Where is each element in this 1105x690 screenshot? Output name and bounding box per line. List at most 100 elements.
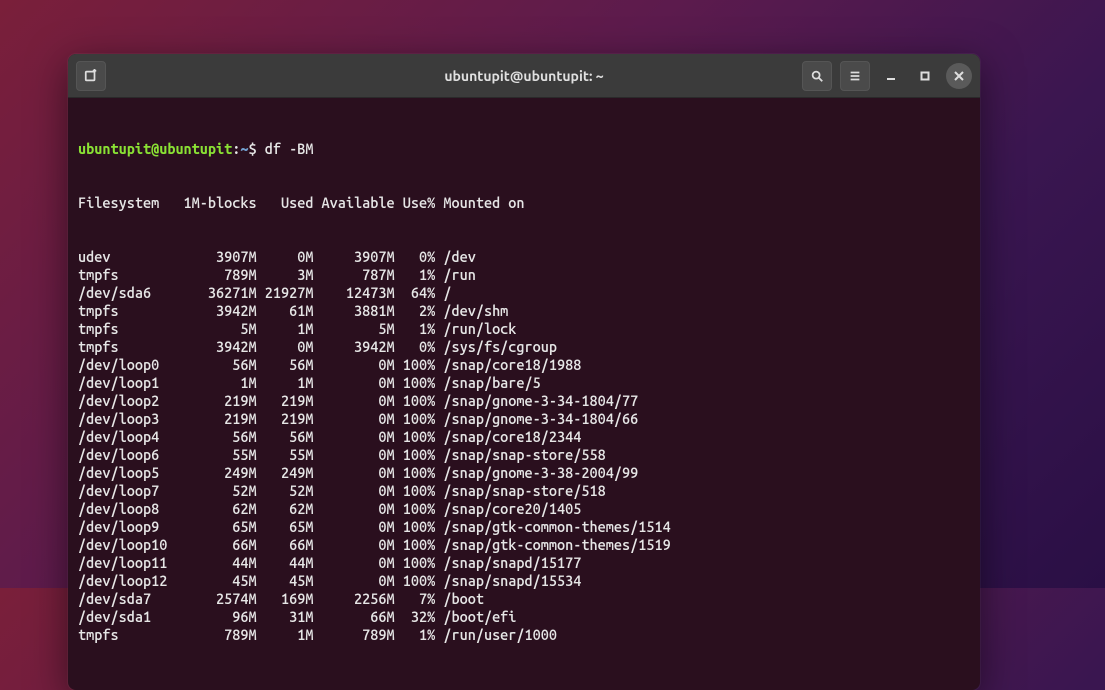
- cell-used: 66M: [257, 536, 314, 554]
- cell-blocks: 36271M: [167, 284, 256, 302]
- cell-avail: 0M: [313, 356, 394, 374]
- cell-mount: /run/user/1000: [435, 626, 557, 644]
- cell-blocks: 219M: [167, 410, 256, 428]
- cell-blocks: 56M: [167, 356, 256, 374]
- table-row: /dev/loop965M65M0M100%/snap/gtk-common-t…: [78, 518, 970, 536]
- col-mount: Mounted on: [435, 194, 524, 212]
- col-filesystem: Filesystem: [78, 194, 167, 212]
- new-tab-button[interactable]: [76, 61, 106, 91]
- cell-usep: 100%: [395, 518, 436, 536]
- cell-avail: 0M: [313, 518, 394, 536]
- cell-used: 0M: [257, 338, 314, 356]
- table-row: tmpfs789M3M787M1%/run: [78, 266, 970, 284]
- cell-used: 3M: [257, 266, 314, 284]
- cell-usep: 1%: [395, 320, 436, 338]
- maximize-button[interactable]: [912, 63, 938, 89]
- search-icon: [810, 69, 824, 83]
- cell-used: 62M: [257, 500, 314, 518]
- table-row: /dev/loop456M56M0M100%/snap/core18/2344: [78, 428, 970, 446]
- cell-used: 65M: [257, 518, 314, 536]
- table-row: /dev/sda72574M169M2256M7%/boot: [78, 590, 970, 608]
- cell-mount: /sys/fs/cgroup: [435, 338, 557, 356]
- cell-blocks: 3942M: [167, 338, 256, 356]
- cell-fs: tmpfs: [78, 302, 167, 320]
- table-row: tmpfs789M1M789M1%/run/user/1000: [78, 626, 970, 644]
- close-button[interactable]: [946, 63, 972, 89]
- table-row: tmpfs3942M61M3881M2%/dev/shm: [78, 302, 970, 320]
- cell-used: 45M: [257, 572, 314, 590]
- minimize-icon: [886, 71, 896, 81]
- cell-usep: 100%: [395, 500, 436, 518]
- table-row: tmpfs5M1M5M1%/run/lock: [78, 320, 970, 338]
- cell-used: 56M: [257, 428, 314, 446]
- cell-avail: 0M: [313, 446, 394, 464]
- cell-avail: 3881M: [313, 302, 394, 320]
- cell-blocks: 55M: [167, 446, 256, 464]
- table-row: udev3907M0M3907M0%/dev: [78, 248, 970, 266]
- cell-mount: /snap/bare/5: [435, 374, 541, 392]
- terminal-body[interactable]: ubuntupit@ubuntupit:~$ df -BM Filesystem…: [68, 98, 980, 690]
- cell-avail: 0M: [313, 572, 394, 590]
- cell-blocks: 62M: [167, 500, 256, 518]
- cell-used: 1M: [257, 374, 314, 392]
- cell-blocks: 45M: [167, 572, 256, 590]
- cell-avail: 0M: [313, 464, 394, 482]
- cell-mount: /dev: [435, 248, 476, 266]
- cell-blocks: 96M: [167, 608, 256, 626]
- col-avail: Available: [313, 194, 394, 212]
- cell-fs: /dev/sda7: [78, 590, 167, 608]
- table-row: /dev/loop5249M249M0M100%/snap/gnome-3-38…: [78, 464, 970, 482]
- search-button[interactable]: [802, 61, 832, 91]
- cell-fs: /dev/loop6: [78, 446, 167, 464]
- terminal-window: ubuntupit@ubuntupit: ~ ubuntupit@ubuntup…: [68, 54, 980, 690]
- cell-blocks: 219M: [167, 392, 256, 410]
- cell-usep: 100%: [395, 428, 436, 446]
- cell-mount: /snap/gnome-3-38-2004/99: [435, 464, 638, 482]
- table-header: Filesystem1M-blocksUsedAvailableUse%Moun…: [78, 194, 970, 212]
- table-row: /dev/loop752M52M0M100%/snap/snap-store/5…: [78, 482, 970, 500]
- cell-fs: tmpfs: [78, 338, 167, 356]
- cell-fs: udev: [78, 248, 167, 266]
- cell-fs: /dev/loop11: [78, 554, 167, 572]
- cell-blocks: 249M: [167, 464, 256, 482]
- cell-used: 169M: [257, 590, 314, 608]
- cell-mount: /run/lock: [435, 320, 516, 338]
- cell-usep: 32%: [395, 608, 436, 626]
- cell-avail: 789M: [313, 626, 394, 644]
- cell-blocks: 3942M: [167, 302, 256, 320]
- cell-fs: /dev/loop10: [78, 536, 167, 554]
- minimize-button[interactable]: [878, 63, 904, 89]
- cell-usep: 100%: [395, 554, 436, 572]
- cell-usep: 100%: [395, 374, 436, 392]
- cell-used: 1M: [257, 320, 314, 338]
- cell-usep: 1%: [395, 626, 436, 644]
- table-row: /dev/sda636271M21927M12473M64%/: [78, 284, 970, 302]
- cell-mount: /snap/core18/1988: [435, 356, 581, 374]
- cell-mount: /run: [435, 266, 476, 284]
- cell-blocks: 5M: [167, 320, 256, 338]
- table-row: /dev/loop1066M66M0M100%/snap/gtk-common-…: [78, 536, 970, 554]
- cell-avail: 0M: [313, 410, 394, 428]
- menu-button[interactable]: [840, 61, 870, 91]
- cell-usep: 0%: [395, 338, 436, 356]
- cell-fs: /dev/loop9: [78, 518, 167, 536]
- cell-usep: 100%: [395, 410, 436, 428]
- cell-mount: /snap/gnome-3-34-1804/77: [435, 392, 638, 410]
- new-tab-icon: [84, 69, 98, 83]
- cell-used: 219M: [257, 410, 314, 428]
- prompt-line: ubuntupit@ubuntupit:~$ df -BM: [78, 140, 970, 158]
- cell-used: 52M: [257, 482, 314, 500]
- cell-blocks: 66M: [167, 536, 256, 554]
- table-row: /dev/loop11M1M0M100%/snap/bare/5: [78, 374, 970, 392]
- cell-fs: /dev/sda6: [78, 284, 167, 302]
- cell-used: 31M: [257, 608, 314, 626]
- cell-usep: 100%: [395, 464, 436, 482]
- cell-blocks: 789M: [167, 626, 256, 644]
- cell-usep: 100%: [395, 356, 436, 374]
- cell-blocks: 789M: [167, 266, 256, 284]
- cell-fs: /dev/sda1: [78, 608, 167, 626]
- cell-usep: 100%: [395, 446, 436, 464]
- prompt-sep2: $: [249, 140, 265, 157]
- cell-blocks: 52M: [167, 482, 256, 500]
- cell-avail: 5M: [313, 320, 394, 338]
